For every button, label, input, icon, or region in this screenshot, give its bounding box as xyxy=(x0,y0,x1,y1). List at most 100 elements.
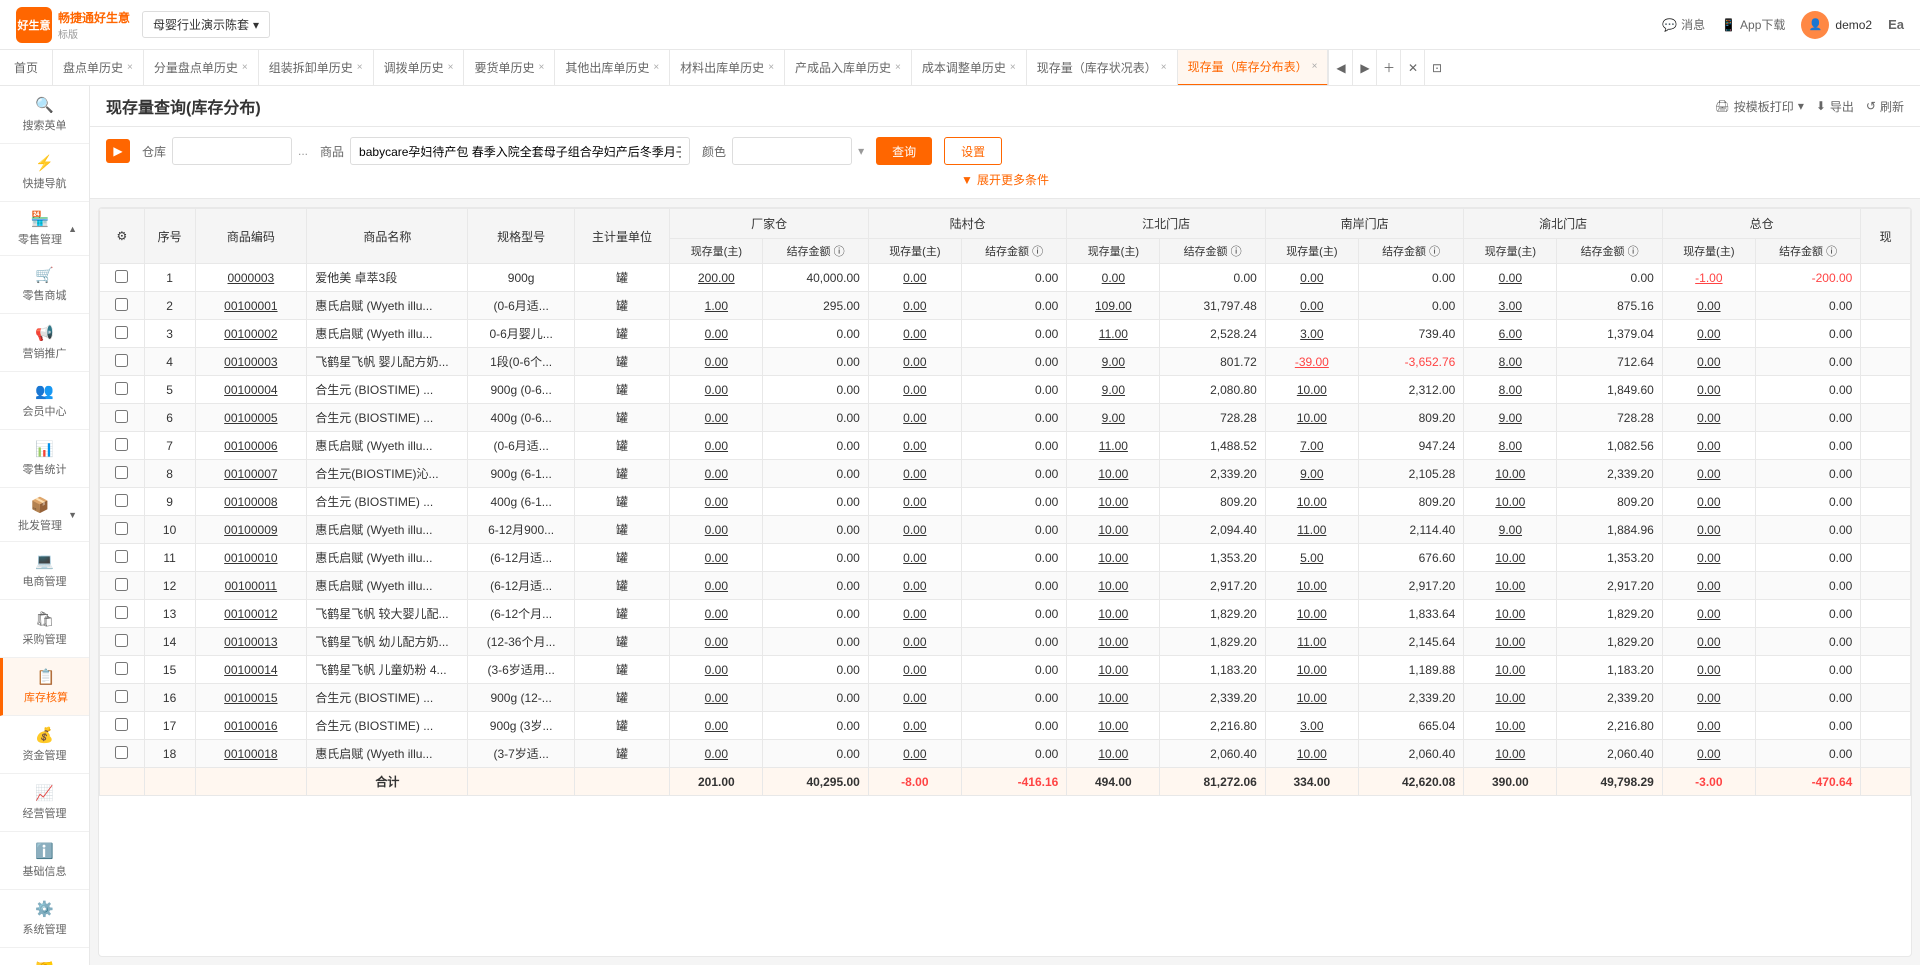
row-code[interactable]: 00100016 xyxy=(195,712,307,740)
row-code[interactable]: 00100014 xyxy=(195,656,307,684)
row-checkbox[interactable] xyxy=(100,488,145,516)
row-zong-qty[interactable]: 0.00 xyxy=(1662,684,1755,712)
row-nanan-qty[interactable]: 10.00 xyxy=(1265,572,1358,600)
tab-3[interactable]: 组装拆卸单历史× xyxy=(259,50,374,86)
row-zong-qty[interactable]: 0.00 xyxy=(1662,600,1755,628)
row-code[interactable]: 00100011 xyxy=(195,572,307,600)
row-yubei-qty[interactable]: 10.00 xyxy=(1464,712,1557,740)
industry-dropdown[interactable]: 母婴行业演示陈套 ▾ xyxy=(142,11,270,38)
tab-close-8[interactable]: × xyxy=(895,62,901,73)
row-checkbox[interactable] xyxy=(100,376,145,404)
row-nanan-qty[interactable]: 3.00 xyxy=(1265,712,1358,740)
row-chanjia-qty[interactable]: 0.00 xyxy=(670,488,763,516)
sidebar-item-search[interactable]: 🔍 搜索英单 xyxy=(0,86,89,144)
row-yubei-qty[interactable]: 10.00 xyxy=(1464,460,1557,488)
row-nanan-qty[interactable]: 10.00 xyxy=(1265,740,1358,768)
row-nanan-qty[interactable]: 10.00 xyxy=(1265,684,1358,712)
row-jiangbei-qty[interactable]: 10.00 xyxy=(1067,460,1160,488)
row-yubei-qty[interactable]: 10.00 xyxy=(1464,544,1557,572)
print-btn[interactable]: 🖨 按模板打印 ▾ xyxy=(1715,98,1804,115)
row-checkbox[interactable] xyxy=(100,516,145,544)
row-checkbox[interactable] xyxy=(100,740,145,768)
row-code[interactable]: 00100009 xyxy=(195,516,307,544)
row-yubei-qty[interactable]: 10.00 xyxy=(1464,740,1557,768)
row-jiangbei-qty[interactable]: 10.00 xyxy=(1067,656,1160,684)
tab-close-all-btn[interactable]: ✕ xyxy=(1400,50,1424,86)
row-lucun-qty[interactable]: 0.00 xyxy=(868,572,961,600)
row-checkbox[interactable] xyxy=(100,656,145,684)
row-zong-qty[interactable]: 0.00 xyxy=(1662,348,1755,376)
row-zong-qty[interactable]: 0.00 xyxy=(1662,320,1755,348)
row-checkbox[interactable] xyxy=(100,404,145,432)
row-yubei-qty[interactable]: 6.00 xyxy=(1464,320,1557,348)
tab-close-6[interactable]: × xyxy=(653,62,659,73)
tab-2[interactable]: 分量盘点单历史× xyxy=(144,50,259,86)
row-jiangbei-qty[interactable]: 9.00 xyxy=(1067,376,1160,404)
sidebar-item-collab[interactable]: 🤝 企业协同 xyxy=(0,948,89,965)
row-zong-qty[interactable]: 0.00 xyxy=(1662,740,1755,768)
tab-8[interactable]: 产成品入库单历史× xyxy=(785,50,912,86)
row-nanan-qty[interactable]: 10.00 xyxy=(1265,488,1358,516)
tab-6[interactable]: 其他出库单历史× xyxy=(555,50,670,86)
row-code[interactable]: 00100004 xyxy=(195,376,307,404)
row-jiangbei-qty[interactable]: 9.00 xyxy=(1067,404,1160,432)
row-nanan-qty[interactable]: 9.00 xyxy=(1265,460,1358,488)
row-jiangbei-qty[interactable]: 10.00 xyxy=(1067,516,1160,544)
color-input[interactable] xyxy=(732,137,852,165)
tab-add-btn[interactable]: ＋ xyxy=(1376,50,1400,86)
row-yubei-qty[interactable]: 3.00 xyxy=(1464,292,1557,320)
row-code[interactable]: 00100006 xyxy=(195,432,307,460)
refresh-btn[interactable]: ↺ 刷新 xyxy=(1866,98,1904,115)
sidebar-item-retail-stats[interactable]: 📊 零售统计 xyxy=(0,430,89,488)
sidebar-item-marketing[interactable]: 📢 营销推广 xyxy=(0,314,89,372)
sidebar-item-members[interactable]: 👥 会员中心 xyxy=(0,372,89,430)
sidebar-item-ops[interactable]: 📈 经营管理 xyxy=(0,774,89,832)
setting-button[interactable]: 设置 xyxy=(944,137,1002,165)
row-nanan-qty[interactable]: 0.00 xyxy=(1265,264,1358,292)
tab-close-7[interactable]: × xyxy=(768,62,774,73)
tab-nav-next[interactable]: ▶ xyxy=(1352,50,1376,86)
row-nanan-qty[interactable]: 10.00 xyxy=(1265,376,1358,404)
row-lucun-qty[interactable]: 0.00 xyxy=(868,516,961,544)
row-zong-qty[interactable]: -1.00 xyxy=(1662,264,1755,292)
tab-11-active[interactable]: 现存量（库存分布表）× xyxy=(1178,50,1329,86)
row-lucun-qty[interactable]: 0.00 xyxy=(868,292,961,320)
row-lucun-qty[interactable]: 0.00 xyxy=(868,656,961,684)
row-lucun-qty[interactable]: 0.00 xyxy=(868,460,961,488)
sidebar-item-nav[interactable]: ⚡ 快捷导航 xyxy=(0,144,89,202)
sidebar-item-inventory[interactable]: 📋 库存核算 xyxy=(0,658,89,716)
row-chanjia-qty[interactable]: 0.00 xyxy=(670,740,763,768)
row-code[interactable]: 00100018 xyxy=(195,740,307,768)
row-nanan-qty[interactable]: 5.00 xyxy=(1265,544,1358,572)
row-nanan-qty[interactable]: 10.00 xyxy=(1265,600,1358,628)
row-nanan-qty[interactable]: 10.00 xyxy=(1265,656,1358,684)
row-yubei-qty[interactable]: 10.00 xyxy=(1464,656,1557,684)
row-checkbox[interactable] xyxy=(100,348,145,376)
tab-1[interactable]: 盘点单历史× xyxy=(53,50,144,86)
row-yubei-qty[interactable]: 10.00 xyxy=(1464,600,1557,628)
row-jiangbei-qty[interactable]: 11.00 xyxy=(1067,432,1160,460)
row-jiangbei-qty[interactable]: 10.00 xyxy=(1067,712,1160,740)
row-checkbox[interactable] xyxy=(100,628,145,656)
row-nanan-qty[interactable]: 10.00 xyxy=(1265,404,1358,432)
row-chanjia-qty[interactable]: 0.00 xyxy=(670,684,763,712)
row-checkbox[interactable] xyxy=(100,264,145,292)
row-lucun-qty[interactable]: 0.00 xyxy=(868,600,961,628)
row-chanjia-qty[interactable]: 0.00 xyxy=(670,516,763,544)
row-checkbox[interactable] xyxy=(100,544,145,572)
row-yubei-qty[interactable]: 10.00 xyxy=(1464,488,1557,516)
row-jiangbei-qty[interactable]: 10.00 xyxy=(1067,488,1160,516)
row-lucun-qty[interactable]: 0.00 xyxy=(868,628,961,656)
row-code[interactable]: 00100008 xyxy=(195,488,307,516)
sidebar-item-finance[interactable]: 💰 资金管理 xyxy=(0,716,89,774)
row-zong-qty[interactable]: 0.00 xyxy=(1662,292,1755,320)
sidebar-item-retail-mgmt[interactable]: 🏪 零售管理 ▲ xyxy=(0,202,89,256)
warehouse-dots[interactable]: ... xyxy=(298,144,308,158)
row-chanjia-qty[interactable]: 0.00 xyxy=(670,544,763,572)
row-checkbox[interactable] xyxy=(100,292,145,320)
row-lucun-qty[interactable]: 0.00 xyxy=(868,404,961,432)
row-yubei-qty[interactable]: 8.00 xyxy=(1464,376,1557,404)
row-code[interactable]: 00100007 xyxy=(195,460,307,488)
row-nanan-qty[interactable]: 11.00 xyxy=(1265,516,1358,544)
expand-more-btn[interactable]: ▼ 展开更多条件 xyxy=(961,171,1049,188)
